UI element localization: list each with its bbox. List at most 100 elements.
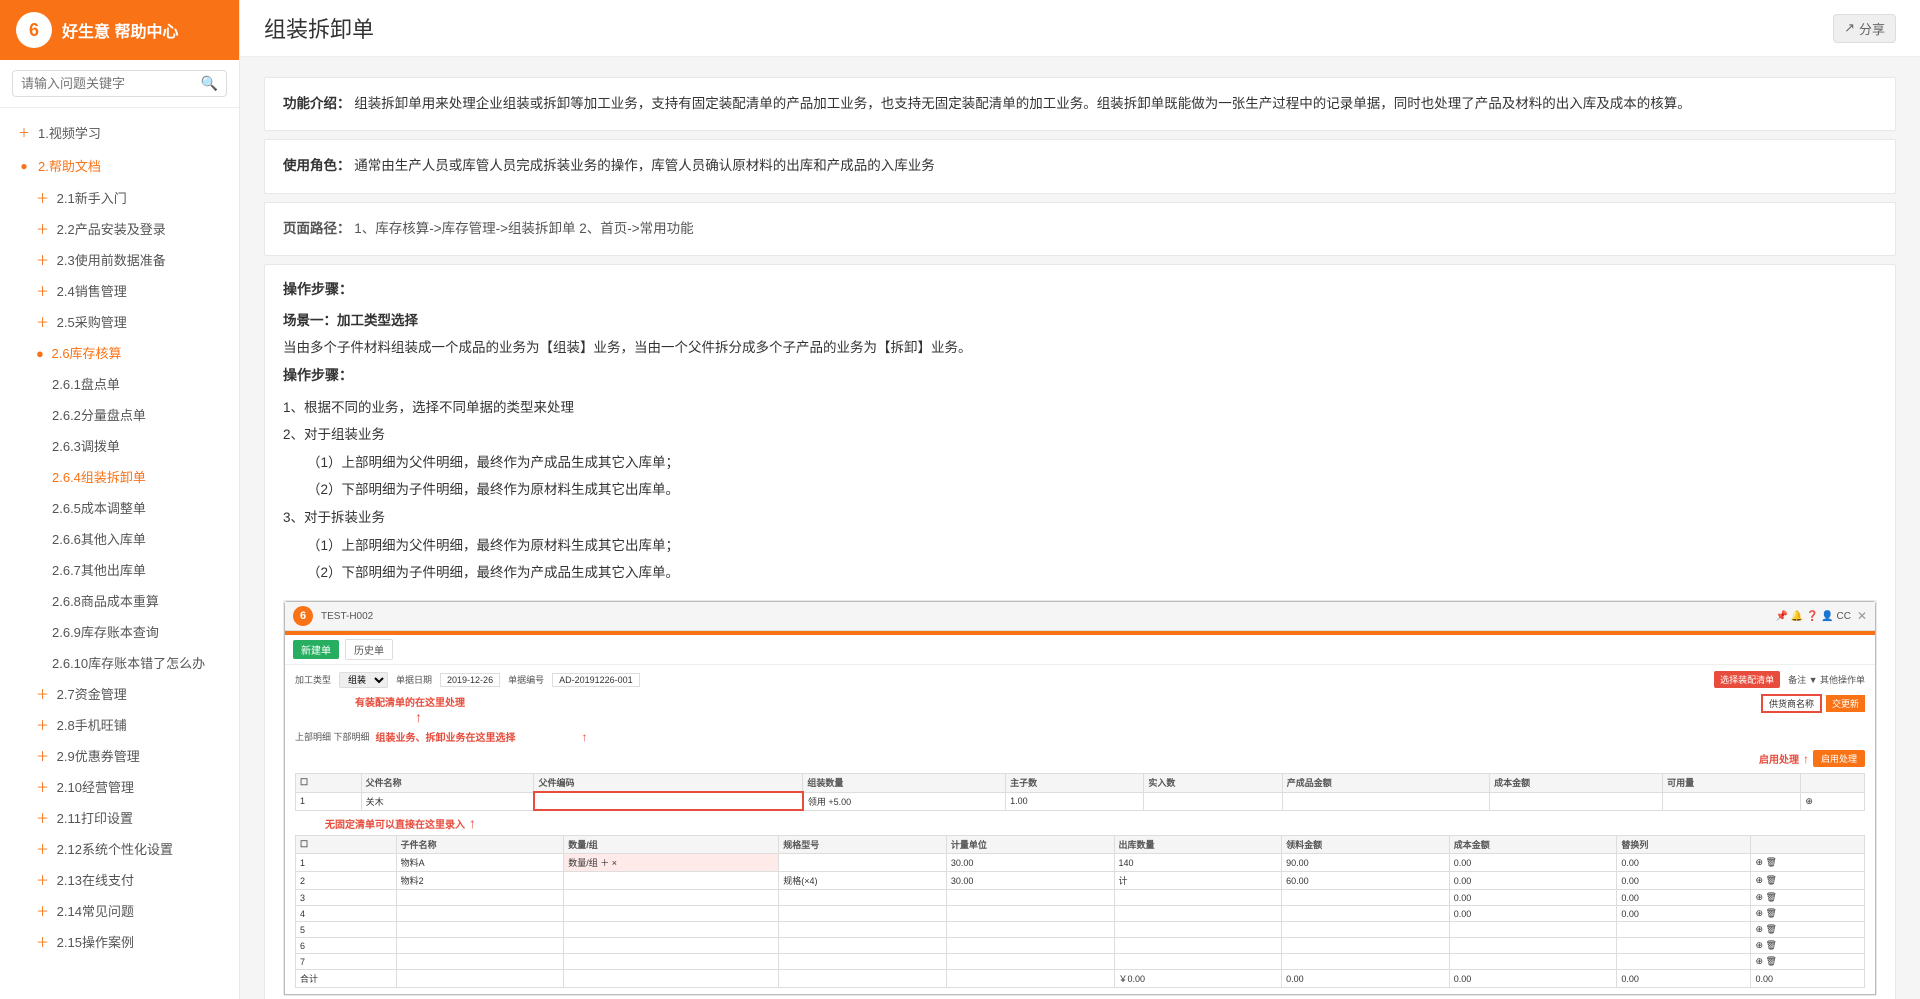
ops-steps-title: 操作步骤： [283, 365, 1877, 385]
sidebar-item-cost-adj[interactable]: 2.6.5成本调整单 [0, 492, 239, 523]
sidebar-item-purchase[interactable]: ＋ 2.5采购管理 [0, 306, 239, 337]
sidebar-item-data-prep[interactable]: ＋ 2.3使用前数据准备 [0, 244, 239, 275]
mock-date-val: 2019-12-26 [440, 673, 500, 687]
sidebar-item-cost-recalc[interactable]: 2.6.8商品成本重算 [0, 585, 239, 616]
sidebar-item-new[interactable]: ＋ 2.1新手入门 [0, 182, 239, 213]
share-button[interactable]: ↗ 分享 [1833, 14, 1896, 43]
scenario1-desc: 当由多个子件材料组装成一个成品的业务为【组装】业务，当由一个父件拆分成多个子产品… [283, 335, 1877, 361]
step-3-1: （1）上部明细为父件明细，最终作为原材料生成其它出库单； [307, 533, 1877, 559]
sidebar-item-inventory[interactable]: ● 2.6库存核算 [0, 337, 239, 368]
table-row: 1 物料A 数量/组 ＋ × 30.00 140 90.00 0.00 0.0 [296, 854, 1865, 872]
ann2-arrow: ↑ [582, 730, 588, 744]
logo-icon: 6 [16, 12, 52, 48]
mock-logo: 6 [293, 606, 313, 626]
plus-icon-videos: ＋ [16, 125, 32, 141]
plus-icon-ops: ＋ [36, 780, 49, 795]
step-2-1: （1）上部明细为父件明细，最终作为产成品生成其它入库单； [307, 450, 1877, 476]
mock-type-label: 加工类型 [295, 673, 331, 686]
step-2-sub: （1）上部明细为父件明细，最终作为产成品生成其它入库单； （2）下部明细为子件明… [283, 450, 1877, 503]
plus-icon-finance: ＋ [36, 687, 49, 702]
role-text: 通常由生产人员或库管人员完成拆装业务的操作，库管人员确认原材料的出库和产成品的入… [354, 158, 935, 173]
sidebar-item-print[interactable]: ＋ 2.11打印设置 [0, 802, 239, 833]
sidebar-item-settings[interactable]: ＋ 2.12系统个性化设置 [0, 833, 239, 864]
mock-tabs-label: 上部明细 下部明细 [295, 730, 370, 743]
share-icon: ↗ [1844, 20, 1855, 36]
ops-title: 操作步骤： [283, 279, 1877, 299]
scenario1-title: 场景一：加工类型选择 [283, 309, 1877, 329]
sidebar-item-docs[interactable]: ● 2.帮助文档 [0, 149, 239, 182]
screenshot-container: 6 TEST-H002 📌 🔔 ❓ 👤 CC ✕ [283, 600, 1877, 996]
path-text: 1、库存核算->库存管理->组装拆卸单 2、首页->常用功能 [354, 221, 693, 236]
th-parent-code: 父件编码 [534, 774, 803, 793]
mock-process-btn[interactable]: 启用处理 [1813, 750, 1865, 767]
mock-tab-history[interactable]: 历史单 [345, 639, 393, 660]
mock-docno-val: AD-20191226-001 [552, 673, 640, 687]
mock-docno-label: 单据编号 [508, 673, 544, 686]
mock-upper-table: ☐ 父件名称 父件编码 组装数量 主子数 实入数 产成品金额 成本金额 可用量 [295, 773, 1865, 811]
plus-icon-purchase: ＋ [36, 315, 49, 330]
annotation-3: 启用处理 [1759, 751, 1799, 766]
sidebar-item-mobile[interactable]: ＋ 2.8手机旺铺 [0, 709, 239, 740]
ops-section: 操作步骤： 场景一：加工类型选择 当由多个子件材料组装成一个成品的业务为【组装】… [264, 264, 1896, 999]
sidebar-item-finance[interactable]: ＋ 2.7资金管理 [0, 678, 239, 709]
annotation-2: 组装业务、拆卸业务在这里选择 [376, 729, 516, 744]
sidebar-item-faq[interactable]: ＋ 2.14常见问题 [0, 895, 239, 926]
plus-icon-print: ＋ [36, 811, 49, 826]
ann4-arrow: ↑ [469, 815, 476, 831]
step-1: 1、根据不同的业务，选择不同单据的类型来处理 [283, 395, 1877, 421]
sidebar-item-sales[interactable]: ＋ 2.4销售管理 [0, 275, 239, 306]
search-box: 🔍 [0, 60, 239, 108]
sidebar-item-inbound[interactable]: 2.6.6其他入库单 [0, 523, 239, 554]
plus-icon-coupon: ＋ [36, 749, 49, 764]
ann3-arrow: ↑ [1803, 752, 1809, 766]
sidebar-item-ledger-query[interactable]: 2.6.9库存账本查询 [0, 616, 239, 647]
main-header: 组装拆卸单 ↗ 分享 [240, 0, 1920, 57]
mock-tab-new[interactable]: 新建单 [293, 640, 339, 659]
plus-icon-settings: ＋ [36, 842, 49, 857]
table-row: 1 关木 领用 +5.00 1.00 [296, 792, 1865, 810]
table-row: 2 物料2 规格(×4) 30.00 计 60.00 0.00 0.00 [296, 872, 1865, 890]
sidebar-item-coupon[interactable]: ＋ 2.9优惠券管理 [0, 740, 239, 771]
mock-close-icon[interactable]: ✕ [1857, 609, 1867, 623]
sidebar-item-assembly[interactable]: 2.6.4组装拆卸单 [0, 461, 239, 492]
plus-icon-faq: ＋ [36, 904, 49, 919]
mock-supplier-input[interactable]: 供货商名称 [1761, 694, 1822, 713]
step-3: 3、对于拆装业务 [283, 505, 1877, 531]
sidebar-item-transfer[interactable]: 2.6.3调拨单 [0, 430, 239, 461]
page-title: 组装拆卸单 [264, 12, 374, 44]
sidebar-item-stocktake[interactable]: 2.6.1盘点单 [0, 368, 239, 399]
mock-confirm-btn[interactable]: 交更新 [1826, 695, 1865, 712]
sidebar-item-ops[interactable]: ＋ 2.10经营管理 [0, 771, 239, 802]
sidebar-item-payment[interactable]: ＋ 2.13在线支付 [0, 864, 239, 895]
step-2: 2、对于组装业务 [283, 422, 1877, 448]
mock-type-select[interactable]: 组装 拆卸 [339, 672, 388, 688]
table-row: 6 ⊕ 🗑 [296, 938, 1865, 954]
minus-icon-docs: ● [16, 158, 32, 174]
intro-section: 功能介绍： 组装拆卸单用来处理企业组装或拆卸等加工业务，支持有固定装配清单的产品… [264, 77, 1896, 131]
mock-more-btns: 备注 ▼ 其他操作单 [1788, 673, 1865, 686]
plus-icon-payment: ＋ [36, 873, 49, 888]
mock-lower-table: ☐ 子件名称 数量/组 规格型号 计量单位 出库数量 领料金额 成本金额 替换列 [295, 835, 1865, 988]
table-row: 3 0.00 0.00 ⊕ [296, 890, 1865, 906]
sidebar-item-cases[interactable]: ＋ 2.15操作案例 [0, 926, 239, 957]
mock-code-input[interactable] [539, 797, 599, 806]
sidebar-item-outbound[interactable]: 2.6.7其他出库单 [0, 554, 239, 585]
annotation-4: 无固定清单可以直接在这里录入 [325, 820, 465, 831]
sidebar-item-ledger-fix[interactable]: 2.6.10库存账本错了怎么办 [0, 647, 239, 678]
sidebar-item-install[interactable]: ＋ 2.2产品安装及登录 [0, 213, 239, 244]
sidebar-item-stocktake2[interactable]: 2.6.2分量盘点单 [0, 399, 239, 430]
th-checkbox: ☐ [296, 774, 362, 793]
ann1-arrow: ↑ [415, 709, 422, 725]
search-icon[interactable]: 🔍 [201, 75, 218, 92]
plus-icon-mobile: ＋ [36, 718, 49, 733]
mock-form-area: 加工类型 组装 拆卸 单据日期 2019-12-26 单据编号 AD-20191… [285, 665, 1875, 994]
main-content: 组装拆卸单 ↗ 分享 功能介绍： 组装拆卸单用来处理企业组装或拆卸等加工业务，支… [240, 0, 1920, 999]
role-section: 使用角色： 通常由生产人员或库管人员完成拆装业务的操作，库管人员确认原材料的出库… [264, 139, 1896, 193]
search-input[interactable] [21, 76, 201, 91]
th-ops-col [1801, 774, 1865, 793]
mock-select-btn[interactable]: 选择装配清单 [1714, 671, 1780, 688]
plus-icon-install: ＋ [36, 222, 49, 237]
nav-section-videos: ＋ 1.视频学习 [0, 116, 239, 149]
sidebar-item-videos[interactable]: ＋ 1.视频学习 [0, 116, 239, 149]
th-qty: 组装数量 [803, 774, 1006, 793]
